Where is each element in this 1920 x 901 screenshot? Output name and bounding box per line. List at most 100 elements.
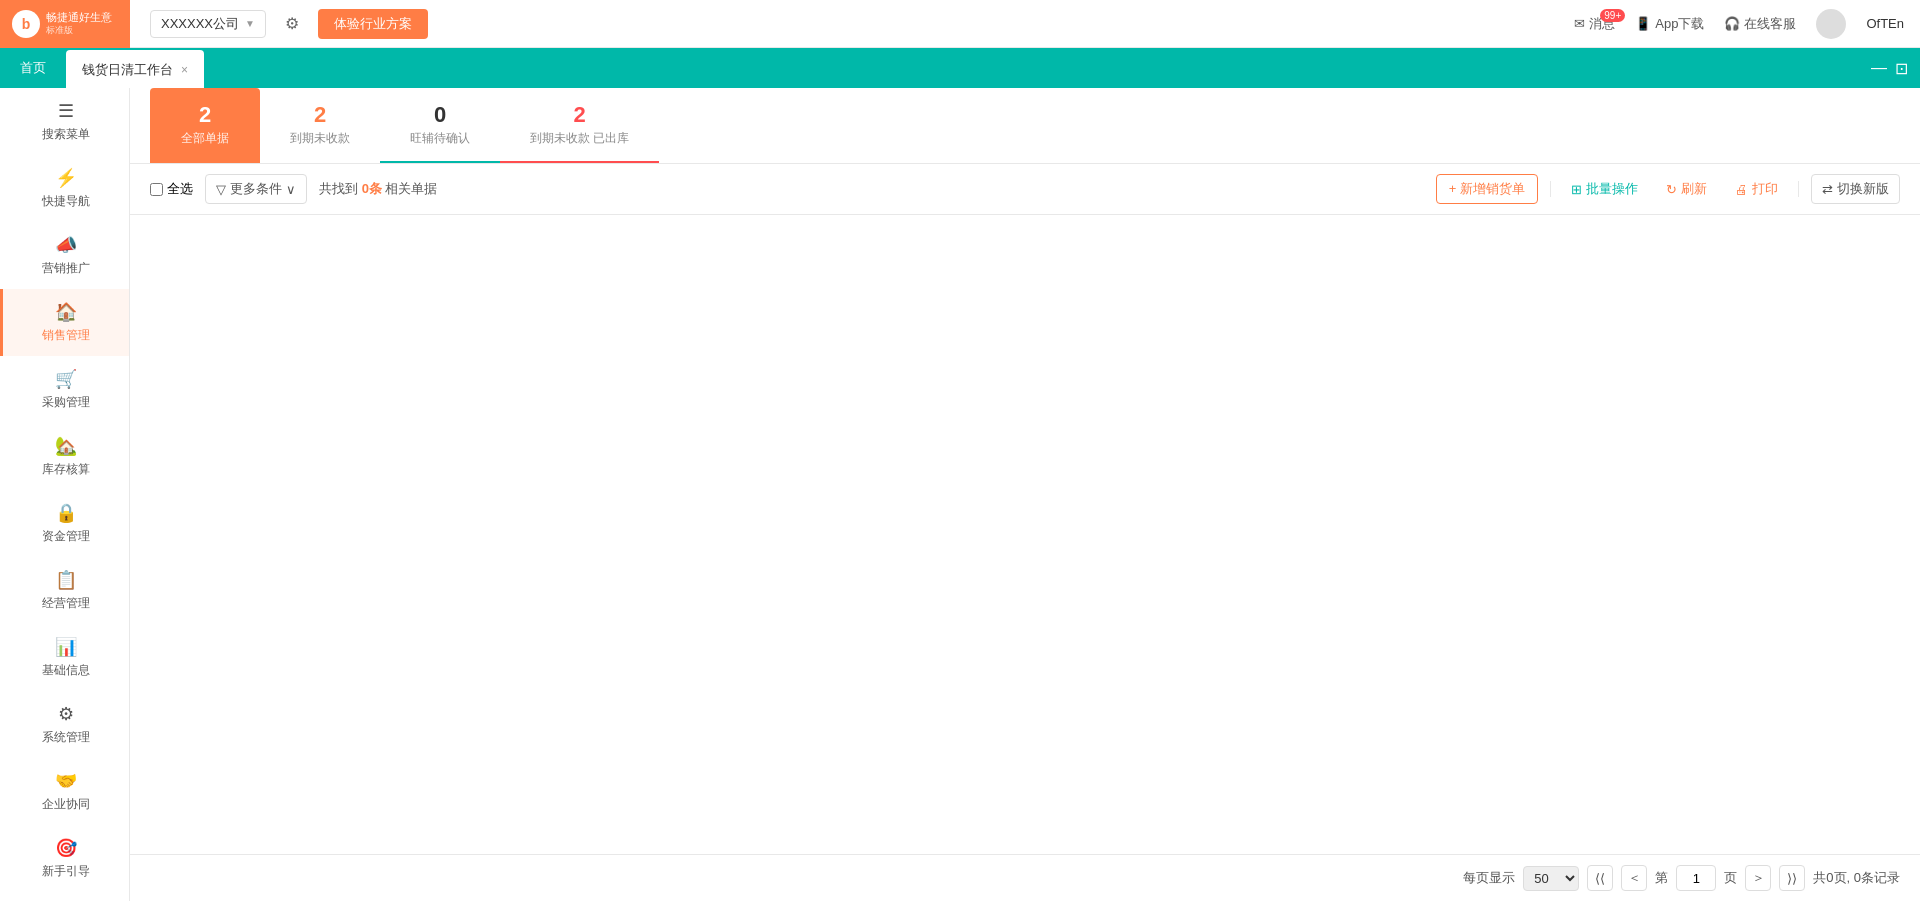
logo-sub: 标准版	[46, 24, 112, 37]
sidebar-item-app-center[interactable]: 📦 应用中心	[0, 892, 129, 901]
content-area: 2 全部单据 2 到期未收款 0 旺辅待确认 2 到期未收款 已出库 全选	[130, 88, 1920, 901]
sidebar-label-basic-info: 基础信息	[42, 662, 90, 679]
next-page-button[interactable]: ＞	[1745, 865, 1771, 891]
last-page-button[interactable]: ⟩⟩	[1779, 865, 1805, 891]
sidebar-item-finance[interactable]: 🔒 资金管理	[0, 490, 129, 557]
online-service-label: 在线客服	[1744, 15, 1796, 33]
basic-info-icon: 📊	[55, 636, 77, 658]
filter-icon: ▽	[216, 182, 226, 197]
sales-icon: 🏠	[55, 301, 77, 323]
sidebar-item-inventory[interactable]: 🏡 库存核算	[0, 423, 129, 490]
page-label: 第	[1655, 869, 1668, 887]
main-layout: ☰ 搜索菜单 ⚡ 快捷导航 📣 营销推广 🏠 销售管理 🛒 采购管理 🏡 库存核…	[0, 88, 1920, 901]
select-all-input[interactable]	[150, 183, 163, 196]
sidebar-label-inventory: 库存核算	[42, 461, 90, 478]
sidebar-item-cooperation[interactable]: 🤝 企业协同	[0, 758, 129, 825]
gear-icon: ⚙	[285, 14, 299, 33]
tab-bar: 首页 钱货日清工作台 × — ⊡	[0, 48, 1920, 88]
messages-badge: 99+	[1600, 9, 1625, 22]
first-page-button[interactable]: ⟨⟨	[1587, 865, 1613, 891]
refresh-button[interactable]: ↻ 刷新	[1658, 175, 1715, 203]
select-all-label: 全选	[167, 180, 193, 198]
status-num-pending: 0	[434, 102, 446, 128]
found-text: 共找到 0条 相关单据	[319, 180, 437, 198]
guide-icon: 🎯	[55, 837, 77, 859]
sidebar-item-guide[interactable]: 🎯 新手引导	[0, 825, 129, 892]
restore-icon[interactable]: ⊡	[1895, 59, 1908, 78]
finance-icon: 🔒	[55, 502, 77, 524]
divider2	[1798, 181, 1799, 197]
sidebar-item-system[interactable]: ⚙ 系统管理	[0, 691, 129, 758]
tab-right-buttons: — ⊡	[1871, 59, 1920, 78]
new-sales-order-button[interactable]: + 新增销货单	[1436, 174, 1538, 204]
toolbar: 全选 ▽ 更多条件 ∨ 共找到 0条 相关单据 + 新增销货单 ⊞ 批量操作	[130, 164, 1920, 215]
sidebar-label-quick-nav: 快捷导航	[42, 193, 90, 210]
settings-button[interactable]: ⚙	[276, 8, 308, 40]
page-number-input[interactable]	[1676, 865, 1716, 891]
messages-button[interactable]: ✉ 消息 99+	[1574, 15, 1615, 33]
status-card-all[interactable]: 2 全部单据	[150, 88, 260, 163]
select-all-checkbox[interactable]: 全选	[150, 180, 193, 198]
sidebar-item-marketing[interactable]: 📣 营销推广	[0, 222, 129, 289]
tab-label: 钱货日清工作台	[82, 61, 173, 79]
tab-active[interactable]: 钱货日清工作台 ×	[66, 50, 204, 90]
inventory-icon: 🏡	[55, 435, 77, 457]
prev-page-button[interactable]: ＜	[1621, 865, 1647, 891]
download-icon: 📱	[1635, 16, 1651, 31]
experience-button[interactable]: 体验行业方案	[318, 9, 428, 39]
quick-nav-icon: ⚡	[55, 167, 77, 189]
company-name: XXXXXX公司	[161, 15, 239, 33]
tab-close-icon[interactable]: ×	[181, 63, 188, 77]
table-area	[130, 215, 1920, 854]
app-download-button[interactable]: 📱 App下载	[1635, 15, 1704, 33]
sidebar-item-purchase[interactable]: 🛒 采购管理	[0, 356, 129, 423]
system-icon: ⚙	[58, 703, 74, 725]
sidebar-label-finance: 资金管理	[42, 528, 90, 545]
logo-icon: b	[12, 10, 40, 38]
status-num-shipped: 2	[574, 102, 586, 128]
switch-label: 切换新版	[1837, 180, 1889, 198]
found-count: 0条	[362, 181, 382, 196]
switch-version-button[interactable]: ⇄ 切换新版	[1811, 174, 1900, 204]
print-label: 打印	[1752, 180, 1778, 198]
minimize-icon[interactable]: —	[1871, 59, 1887, 77]
filter-chevron-icon: ∨	[286, 182, 296, 197]
sidebar-label-search-menu: 搜索菜单	[42, 126, 90, 143]
service-icon: 🎧	[1724, 16, 1740, 31]
sidebar-label-marketing: 营销推广	[42, 260, 90, 277]
sidebar-item-sales[interactable]: 🏠 销售管理	[0, 289, 129, 356]
search-menu-icon: ☰	[58, 100, 74, 122]
logo-area: b 畅捷通好生意 标准版	[0, 0, 130, 48]
status-card-overdue[interactable]: 2 到期未收款	[260, 88, 380, 163]
switch-icon: ⇄	[1822, 182, 1833, 197]
operations-icon: 📋	[55, 569, 77, 591]
toolbar-right: + 新增销货单 ⊞ 批量操作 ↻ 刷新 🖨 打印 ⇄ 切换新版	[1436, 174, 1900, 204]
refresh-label: 刷新	[1681, 180, 1707, 198]
app-download-label: App下载	[1655, 15, 1704, 33]
refresh-icon: ↻	[1666, 182, 1677, 197]
batch-label: 批量操作	[1586, 180, 1638, 198]
sidebar-label-cooperation: 企业协同	[42, 796, 90, 813]
avatar[interactable]	[1816, 9, 1846, 39]
cooperation-icon: 🤝	[55, 770, 77, 792]
batch-operation-button[interactable]: ⊞ 批量操作	[1563, 175, 1646, 203]
found-suffix: 相关单据	[385, 181, 437, 196]
pagination: 每页显示 50 10 20 100 ⟨⟨ ＜ 第 页 ＞ ⟩⟩ 共0页, 0条记…	[130, 854, 1920, 901]
sidebar-item-quick-nav[interactable]: ⚡ 快捷导航	[0, 155, 129, 222]
online-service-button[interactable]: 🎧 在线客服	[1724, 15, 1796, 33]
sidebar-item-basic-info[interactable]: 📊 基础信息	[0, 624, 129, 691]
filter-button[interactable]: ▽ 更多条件 ∨	[205, 174, 307, 204]
status-card-shipped[interactable]: 2 到期未收款 已出库	[500, 88, 659, 163]
status-card-pending[interactable]: 0 旺辅待确认	[380, 88, 500, 163]
sidebar-item-search-menu[interactable]: ☰ 搜索菜单	[0, 88, 129, 155]
status-label-all: 全部单据	[181, 130, 229, 147]
page-size-select[interactable]: 50 10 20 100	[1523, 866, 1579, 891]
sidebar: ☰ 搜索菜单 ⚡ 快捷导航 📣 营销推广 🏠 销售管理 🛒 采购管理 🏡 库存核…	[0, 88, 130, 901]
marketing-icon: 📣	[55, 234, 77, 256]
tab-home[interactable]: 首页	[0, 48, 66, 88]
sidebar-item-operations[interactable]: 📋 经营管理	[0, 557, 129, 624]
status-label-overdue: 到期未收款	[290, 130, 350, 147]
print-button[interactable]: 🖨 打印	[1727, 175, 1786, 203]
company-selector[interactable]: XXXXXX公司 ▼	[150, 10, 266, 38]
top-header: b 畅捷通好生意 标准版 XXXXXX公司 ▼ ⚙ 体验行业方案 ✉ 消息 99…	[0, 0, 1920, 48]
